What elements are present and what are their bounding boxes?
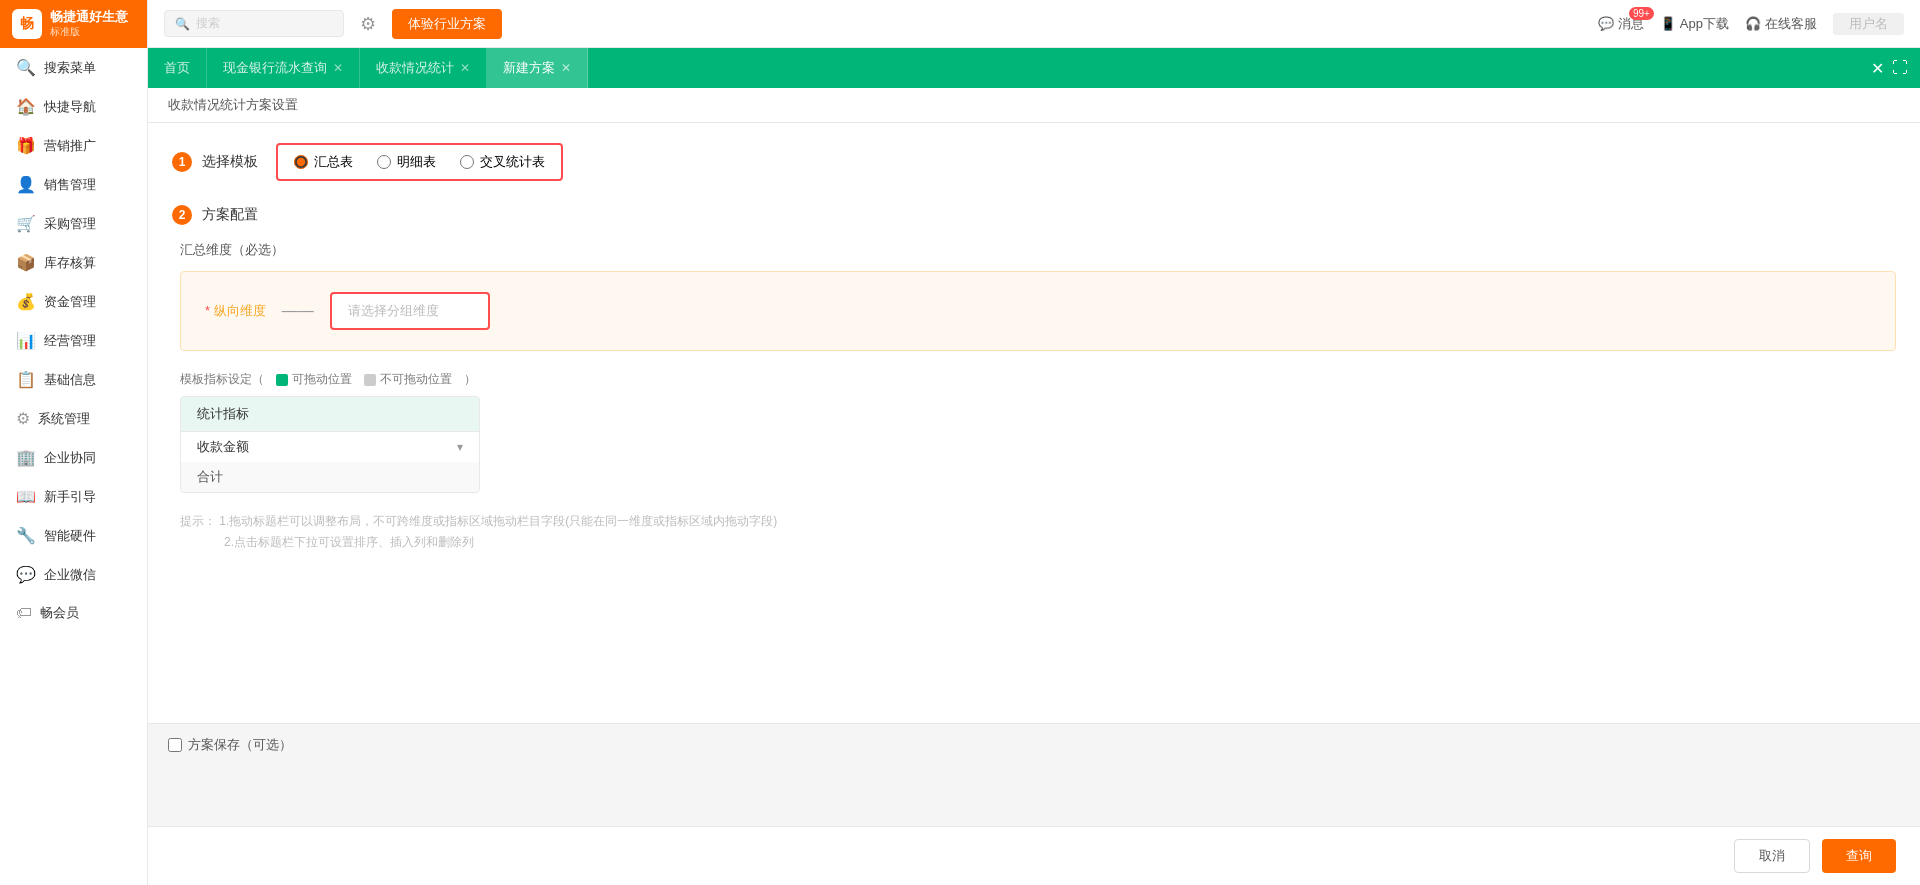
purchase-icon: 🛒 bbox=[16, 214, 36, 233]
sidebar-item-hardware[interactable]: 🔧 智能硬件 bbox=[0, 516, 147, 555]
hardware-icon: 🔧 bbox=[16, 526, 36, 545]
maximize-icon[interactable]: ⛶ bbox=[1892, 59, 1908, 77]
movable-legend: 可拖动位置 bbox=[276, 371, 352, 388]
dimension-arrow: —— bbox=[282, 302, 314, 320]
metrics-table: 统计指标 收款金额 ▾ 合计 bbox=[180, 396, 480, 493]
sidebar-item-member[interactable]: 🏷 畅会员 bbox=[0, 594, 147, 632]
step2-title: 方案配置 bbox=[202, 206, 258, 224]
movable-dot bbox=[276, 374, 288, 386]
option-summary[interactable]: 汇总表 bbox=[294, 153, 353, 171]
user-name[interactable]: 用户名 bbox=[1833, 13, 1904, 35]
breadcrumb: 收款情况统计方案设置 bbox=[148, 88, 1920, 123]
sidebar-item-enterprise[interactable]: 🏢 企业协同 bbox=[0, 438, 147, 477]
search-icon: 🔍 bbox=[175, 17, 190, 31]
step1-number: 1 bbox=[172, 152, 192, 172]
sidebar-item-search-menu[interactable]: 🔍 搜索菜单 bbox=[0, 48, 147, 87]
tab-new-plan-close[interactable]: ✕ bbox=[561, 61, 571, 75]
sidebar-item-system[interactable]: ⚙ 系统管理 bbox=[0, 399, 147, 438]
tab-receipt-stats-close[interactable]: ✕ bbox=[460, 61, 470, 75]
option-cross[interactable]: 交叉统计表 bbox=[460, 153, 545, 171]
query-button[interactable]: 查询 bbox=[1822, 839, 1896, 873]
save-option[interactable]: 方案保存（可选） bbox=[168, 736, 292, 754]
basic-info-icon: 📋 bbox=[16, 370, 36, 389]
metrics-row-subtotal: 合计 bbox=[181, 462, 479, 492]
online-service[interactable]: 🎧 在线客服 bbox=[1745, 15, 1817, 33]
sidebar-item-wechat[interactable]: 💬 企业微信 bbox=[0, 555, 147, 594]
enterprise-icon: 🏢 bbox=[16, 448, 36, 467]
metrics-row-receipts: 收款金额 ▾ bbox=[181, 432, 479, 462]
message-icon: 💬 bbox=[1598, 16, 1614, 31]
sidebar-item-sales[interactable]: 👤 销售管理 bbox=[0, 165, 147, 204]
fixed-legend: 不可拖动位置 bbox=[364, 371, 452, 388]
service-icon: 🎧 bbox=[1745, 16, 1761, 31]
action-bar: 取消 查询 bbox=[148, 826, 1920, 885]
search-box[interactable]: 🔍 搜索 bbox=[164, 10, 344, 37]
topbar: 🔍 搜索 ⚙ 体验行业方案 💬 消息 99+ 📱 App下载 🎧 在线客服 用户… bbox=[148, 0, 1920, 48]
download-icon: 📱 bbox=[1660, 16, 1676, 31]
close-tab-icon[interactable]: ✕ bbox=[1871, 59, 1884, 78]
guide-icon: 📖 bbox=[16, 487, 36, 506]
tab-cash-bank-close[interactable]: ✕ bbox=[333, 61, 343, 75]
metrics-section: 模板指标设定（ 可拖动位置 不可拖动位置 ） bbox=[180, 371, 1896, 493]
tips-section: 提示： 1.拖动标题栏可以调整布局，不可跨维度或指标区域拖动栏目字段(只能在同一… bbox=[180, 513, 1896, 551]
logo-icon: 畅 bbox=[12, 9, 42, 39]
dropdown-icon[interactable]: ▾ bbox=[457, 440, 463, 454]
sidebar-item-basic-info[interactable]: 📋 基础信息 bbox=[0, 360, 147, 399]
footer-section: 方案保存（可选） bbox=[148, 723, 1920, 766]
dimension-row: * 纵向维度 —— 请选择分组维度 bbox=[205, 292, 1871, 330]
tab-cash-bank[interactable]: 现金银行流水查询 ✕ bbox=[207, 48, 360, 88]
sidebar-item-operations[interactable]: 📊 经营管理 bbox=[0, 321, 147, 360]
wechat-icon: 💬 bbox=[16, 565, 36, 584]
main-content: 🔍 搜索 ⚙ 体验行业方案 💬 消息 99+ 📱 App下载 🎧 在线客服 用户… bbox=[148, 0, 1920, 885]
step2-number: 2 bbox=[172, 205, 192, 225]
step1-section: 1 选择模板 汇总表 明细表 交叉统计表 bbox=[172, 143, 1896, 181]
dimension-select[interactable]: 请选择分组维度 bbox=[330, 292, 490, 330]
vertical-dimension-label: * 纵向维度 bbox=[205, 302, 266, 320]
metrics-header: 统计指标 bbox=[181, 397, 479, 432]
dimension-area: * 纵向维度 —— 请选择分组维度 bbox=[180, 271, 1896, 351]
save-checkbox[interactable] bbox=[168, 738, 182, 752]
tab-receipt-stats[interactable]: 收款情况统计 ✕ bbox=[360, 48, 487, 88]
dimension-section-title: 汇总维度（必选） bbox=[180, 241, 1896, 259]
step1-header: 1 选择模板 汇总表 明细表 交叉统计表 bbox=[172, 143, 1896, 181]
cancel-button[interactable]: 取消 bbox=[1734, 839, 1810, 873]
step1-title: 选择模板 bbox=[202, 153, 258, 171]
sidebar: 畅 畅捷通好生意 标准版 🔍 搜索菜单 🏠 快捷导航 🎁 营销推广 👤 销售管理… bbox=[0, 0, 148, 885]
tab-controls: ✕ ⛶ bbox=[1859, 48, 1920, 88]
logo-text: 畅捷通好生意 标准版 bbox=[50, 9, 128, 39]
topbar-right: 💬 消息 99+ 📱 App下载 🎧 在线客服 用户名 bbox=[1598, 13, 1904, 35]
step2-header: 2 方案配置 bbox=[172, 205, 1896, 225]
marketing-icon: 🎁 bbox=[16, 136, 36, 155]
sidebar-item-quick-nav[interactable]: 🏠 快捷导航 bbox=[0, 87, 147, 126]
content-area: 收款情况统计方案设置 1 选择模板 汇总表 明细表 bbox=[148, 88, 1920, 826]
form-container: 1 选择模板 汇总表 明细表 交叉统计表 bbox=[148, 123, 1920, 723]
app-download[interactable]: 📱 App下载 bbox=[1660, 15, 1729, 33]
tab-home[interactable]: 首页 bbox=[148, 48, 207, 88]
message-badge[interactable]: 💬 消息 99+ bbox=[1598, 15, 1644, 33]
operations-icon: 📊 bbox=[16, 331, 36, 350]
sidebar-logo: 畅 畅捷通好生意 标准版 bbox=[0, 0, 147, 48]
option-detail[interactable]: 明细表 bbox=[377, 153, 436, 171]
fixed-dot bbox=[364, 374, 376, 386]
sidebar-item-guide[interactable]: 📖 新手引导 bbox=[0, 477, 147, 516]
finance-icon: 💰 bbox=[16, 292, 36, 311]
tab-new-plan[interactable]: 新建方案 ✕ bbox=[487, 48, 588, 88]
template-options: 汇总表 明细表 交叉统计表 bbox=[276, 143, 563, 181]
row-actions: ▾ bbox=[457, 440, 463, 454]
member-icon: 🏷 bbox=[16, 604, 32, 622]
sidebar-item-inventory[interactable]: 📦 库存核算 bbox=[0, 243, 147, 282]
sales-icon: 👤 bbox=[16, 175, 36, 194]
trial-button[interactable]: 体验行业方案 bbox=[392, 9, 502, 39]
sidebar-item-finance[interactable]: 💰 资金管理 bbox=[0, 282, 147, 321]
step2-section: 2 方案配置 汇总维度（必选） * 纵向维度 —— bbox=[172, 205, 1896, 551]
quick-nav-icon: 🏠 bbox=[16, 97, 36, 116]
settings-icon[interactable]: ⚙ bbox=[360, 13, 376, 35]
sidebar-item-marketing[interactable]: 🎁 营销推广 bbox=[0, 126, 147, 165]
sidebar-item-purchase[interactable]: 🛒 采购管理 bbox=[0, 204, 147, 243]
tab-bar: 首页 现金银行流水查询 ✕ 收款情况统计 ✕ 新建方案 ✕ ✕ ⛶ bbox=[148, 48, 1920, 88]
system-icon: ⚙ bbox=[16, 409, 30, 428]
search-menu-icon: 🔍 bbox=[16, 58, 36, 77]
inventory-icon: 📦 bbox=[16, 253, 36, 272]
metrics-legend: 模板指标设定（ 可拖动位置 不可拖动位置 ） bbox=[180, 371, 1896, 388]
